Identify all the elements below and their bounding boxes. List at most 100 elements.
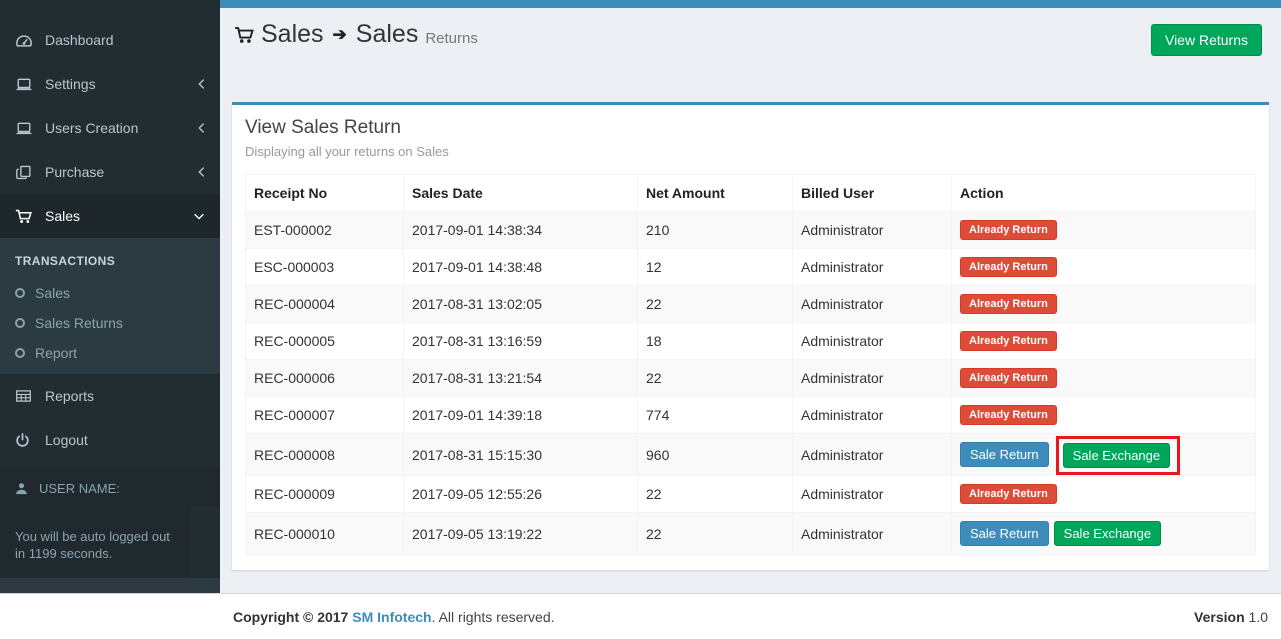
- sidebar-item-logout[interactable]: Logout: [0, 418, 220, 462]
- already-return-button[interactable]: Already Return: [960, 405, 1057, 425]
- copyright-suffix: . All rights reserved.: [431, 608, 555, 625]
- sales-submenu: TRANSACTIONS Sales Sales Returns Report: [0, 238, 220, 374]
- sidebar-item-purchase[interactable]: Purchase: [0, 150, 220, 194]
- already-return-button[interactable]: Already Return: [960, 331, 1057, 351]
- table-row: REC-000007 2017-09-01 14:39:18 774 Administ…: [245, 396, 1256, 434]
- net-amount-cell: 22: [637, 285, 793, 323]
- laptop-icon: [15, 121, 37, 136]
- sale-return-button[interactable]: Sale Return: [960, 521, 1049, 546]
- receipt-no-cell: REC-000005: [245, 322, 404, 360]
- sidebar: Dashboard Settings Users Creation Purcha…: [0, 0, 220, 626]
- net-amount-cell: 774: [637, 396, 793, 434]
- breadcrumb-sales: Sales: [261, 20, 324, 48]
- net-amount-cell: 18: [637, 322, 793, 360]
- breadcrumb-sales-2: Sales: [355, 20, 419, 48]
- sidebar-item-label: Users Creation: [45, 120, 139, 136]
- sale-exchange-button[interactable]: Sale Exchange: [1062, 442, 1171, 468]
- table-row: REC-000010 2017-09-05 13:19:22 22 Administr…: [245, 512, 1256, 555]
- sales-returns-table-body: EST-000002 2017-09-01 14:38:34 210 Administ…: [245, 211, 1256, 555]
- submenu-item-label: Report: [35, 345, 78, 361]
- company-link[interactable]: SM Infotech: [352, 609, 431, 625]
- submenu-item-label: Sales: [35, 285, 71, 301]
- action-cell: Sale Return Sale Exchange: [951, 433, 1256, 476]
- user-panel: USER NAME:: [0, 467, 220, 506]
- table-icon: [15, 389, 37, 403]
- arrow-right-icon: ➔: [332, 24, 347, 44]
- action-cell: Sale Return Sale Exchange: [951, 512, 1256, 555]
- receipt-no-cell: REC-000010: [245, 512, 404, 555]
- version-label: Version: [1194, 608, 1245, 625]
- receipt-no-cell: REC-000004: [245, 285, 404, 323]
- sales-date-cell: 2017-09-01 14:39:18: [403, 396, 638, 434]
- footer: Copyright © 2017 SM Infotech. All rights…: [0, 593, 1281, 639]
- net-amount-cell: 22: [637, 512, 793, 555]
- sidebar-item-dashboard[interactable]: Dashboard: [0, 18, 220, 62]
- sale-return-button[interactable]: Sale Return: [960, 442, 1049, 467]
- billed-user-cell: Administrator: [792, 248, 952, 286]
- billed-user-cell: Administrator: [792, 211, 952, 249]
- sidebar-item-reports[interactable]: Reports: [0, 374, 220, 418]
- sidebar-item-label: Logout: [45, 432, 88, 448]
- table-header-row: Receipt No Sales Date Net Amount Billed Use…: [245, 174, 1256, 212]
- billed-user-cell: Administrator: [792, 433, 952, 476]
- copyright-prefix: Copyright © 2017: [233, 608, 353, 625]
- submenu-item-sales-returns[interactable]: Sales Returns: [0, 308, 220, 338]
- column-header: Sales Date: [403, 174, 638, 212]
- already-return-button[interactable]: Already Return: [960, 257, 1057, 277]
- page: Dashboard Settings Users Creation Purcha…: [0, 0, 1281, 639]
- receipt-no-cell: REC-000009: [245, 475, 404, 513]
- action-cell: Already Return: [951, 359, 1256, 397]
- sidebar-item-label: Dashboard: [45, 32, 114, 48]
- view-returns-button[interactable]: View Returns: [1150, 24, 1262, 56]
- cart-icon: [15, 209, 37, 224]
- sale-exchange-button[interactable]: Sale Exchange: [1053, 521, 1162, 546]
- billed-user-cell: Administrator: [792, 285, 952, 323]
- sidebar-item-label: Purchase: [45, 164, 105, 180]
- sidebar-item-label: Sales: [45, 208, 81, 224]
- copy-icon: [15, 165, 37, 180]
- sales-returns-table: Receipt No Sales Date Net Amount Billed Use…: [245, 174, 1256, 555]
- action-cell: Already Return: [951, 322, 1256, 360]
- version-value: 1.0: [1248, 608, 1268, 625]
- billed-user-cell: Administrator: [792, 359, 952, 397]
- already-return-button[interactable]: Already Return: [960, 294, 1057, 314]
- sales-date-cell: 2017-08-31 13:21:54: [403, 359, 638, 397]
- chevron-left-icon: [198, 166, 205, 178]
- receipt-no-cell: REC-000007: [245, 396, 404, 434]
- receipt-no-cell: EST-000002: [245, 211, 404, 249]
- main-content: Sales ➔ Sales Returns View Returns View …: [220, 0, 1281, 593]
- user-icon: [15, 482, 33, 495]
- copyright-text: Copyright © 2017 SM Infotech. All rights…: [233, 609, 555, 625]
- sales-date-cell: 2017-08-31 13:02:05: [403, 285, 638, 323]
- sales-date-cell: 2017-09-01 14:38:34: [403, 211, 638, 249]
- sidebar-item-users-creation[interactable]: Users Creation: [0, 106, 220, 150]
- laptop-icon: [15, 77, 37, 92]
- receipt-no-cell: ESC-000003: [245, 248, 404, 286]
- submenu-item-report[interactable]: Report: [0, 338, 220, 368]
- billed-user-cell: Administrator: [792, 512, 952, 555]
- table-row: REC-000005 2017-08-31 13:16:59 18 Administr…: [245, 322, 1256, 360]
- circle-icon: [15, 348, 25, 358]
- sales-date-cell: 2017-08-31 13:16:59: [403, 322, 638, 360]
- already-return-button[interactable]: Already Return: [960, 220, 1057, 240]
- sidebar-item-label: Settings: [45, 76, 96, 92]
- sidebar-item-settings[interactable]: Settings: [0, 62, 220, 106]
- net-amount-cell: 960: [637, 433, 793, 476]
- already-return-button[interactable]: Already Return: [960, 368, 1057, 388]
- submenu-item-label: Sales Returns: [35, 315, 123, 331]
- action-cell: Already Return: [951, 475, 1256, 513]
- panel-title: View Sales Return: [245, 117, 401, 138]
- top-accent-bar: [220, 0, 1281, 8]
- column-header: Receipt No: [245, 174, 404, 212]
- already-return-button[interactable]: Already Return: [960, 484, 1057, 504]
- column-header: Billed User: [792, 174, 952, 212]
- action-cell: Already Return: [951, 396, 1256, 434]
- table-row: REC-000004 2017-08-31 13:02:05 22 Administr…: [245, 285, 1256, 323]
- circle-icon: [15, 288, 25, 298]
- sidebar-item-sales[interactable]: Sales: [0, 194, 220, 238]
- cart-icon: [234, 26, 255, 44]
- sales-date-cell: 2017-09-05 12:55:26: [403, 475, 638, 513]
- action-cell: Already Return: [951, 285, 1256, 323]
- submenu-item-sales[interactable]: Sales: [0, 278, 220, 308]
- table-header: Receipt No Sales Date Net Amount Billed Use…: [245, 174, 1256, 212]
